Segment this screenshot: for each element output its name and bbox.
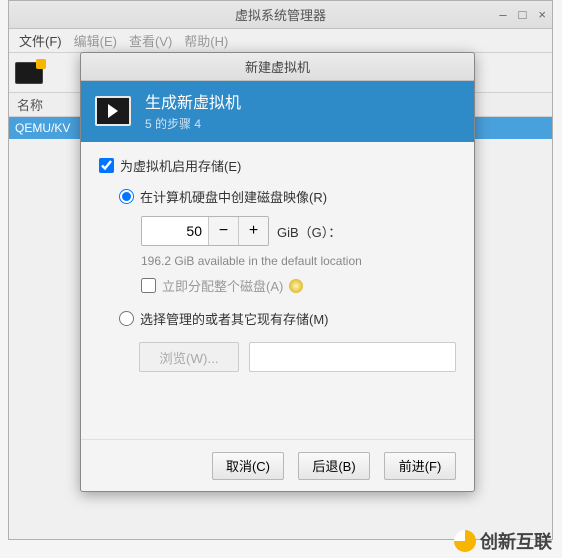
close-icon[interactable]: × <box>538 7 546 22</box>
dialog-header: 生成新虚拟机 5 的步骤 4 <box>81 81 474 142</box>
enable-storage-checkbox[interactable] <box>99 158 114 173</box>
storage-path-input <box>249 342 456 372</box>
watermark-text: 创新互联 <box>480 528 552 554</box>
browse-button: 浏览(W)... <box>139 342 239 372</box>
back-button[interactable]: 后退(B) <box>298 452 370 480</box>
enable-storage-label: 为虚拟机启用存储(E) <box>120 156 241 175</box>
dialog-footer: 取消(C) 后退(B) 前进(F) <box>81 439 474 491</box>
menu-file[interactable]: 文件(F) <box>19 31 62 50</box>
spinner-decrement[interactable]: − <box>208 217 238 245</box>
size-spinner: − + <box>141 216 269 246</box>
watermark: 创新互联 <box>454 528 552 554</box>
select-existing-label: 选择管理的或者其它现有存储(M) <box>140 309 329 328</box>
main-window-title: 虚拟系统管理器 <box>235 5 326 24</box>
menubar: 文件(F) 编辑(E) 查看(V) 帮助(H) <box>9 29 552 53</box>
menu-help[interactable]: 帮助(H) <box>184 31 228 50</box>
create-disk-radio[interactable] <box>119 189 134 204</box>
create-disk-label: 在计算机硬盘中创建磁盘映像(R) <box>140 187 327 206</box>
new-vm-icon[interactable] <box>15 62 43 84</box>
hint-bulb-icon[interactable] <box>289 279 303 293</box>
vm-header-icon <box>95 96 131 126</box>
main-titlebar: 虚拟系统管理器 – □ × <box>9 1 552 29</box>
play-icon <box>108 104 118 118</box>
available-space-label: 196.2 GiB available in the default locat… <box>141 254 456 268</box>
size-unit-label: GiB（G）： <box>277 222 341 241</box>
watermark-logo-icon <box>454 530 476 552</box>
column-name: 名称 <box>17 95 43 114</box>
step-current: 4 <box>194 117 201 131</box>
step-prefix: 5 的步骤 <box>145 117 194 131</box>
forward-button[interactable]: 前进(F) <box>384 452 456 480</box>
maximize-icon[interactable]: □ <box>519 7 527 22</box>
spinner-increment[interactable]: + <box>238 217 268 245</box>
vm-connection-label: QEMU/KV <box>15 121 70 135</box>
minimize-icon[interactable]: – <box>499 7 506 22</box>
allocate-now-checkbox[interactable] <box>141 278 156 293</box>
dialog-header-title: 生成新虚拟机 <box>145 89 241 113</box>
dialog-body: 为虚拟机启用存储(E) 在计算机硬盘中创建磁盘映像(R) − + GiB（G）：… <box>81 142 474 439</box>
menu-view[interactable]: 查看(V) <box>129 31 172 50</box>
dialog-titlebar: 新建虚拟机 <box>81 53 474 81</box>
new-vm-dialog: 新建虚拟机 生成新虚拟机 5 的步骤 4 为虚拟机启用存储(E) 在计算机硬盘中… <box>80 52 475 492</box>
dialog-title: 新建虚拟机 <box>245 57 310 76</box>
size-input[interactable] <box>142 217 208 245</box>
allocate-now-label: 立即分配整个磁盘(A) <box>162 276 283 295</box>
cancel-button[interactable]: 取消(C) <box>212 452 284 480</box>
select-existing-radio[interactable] <box>119 311 134 326</box>
app-icon <box>19 10 29 20</box>
menu-edit[interactable]: 编辑(E) <box>74 31 117 50</box>
